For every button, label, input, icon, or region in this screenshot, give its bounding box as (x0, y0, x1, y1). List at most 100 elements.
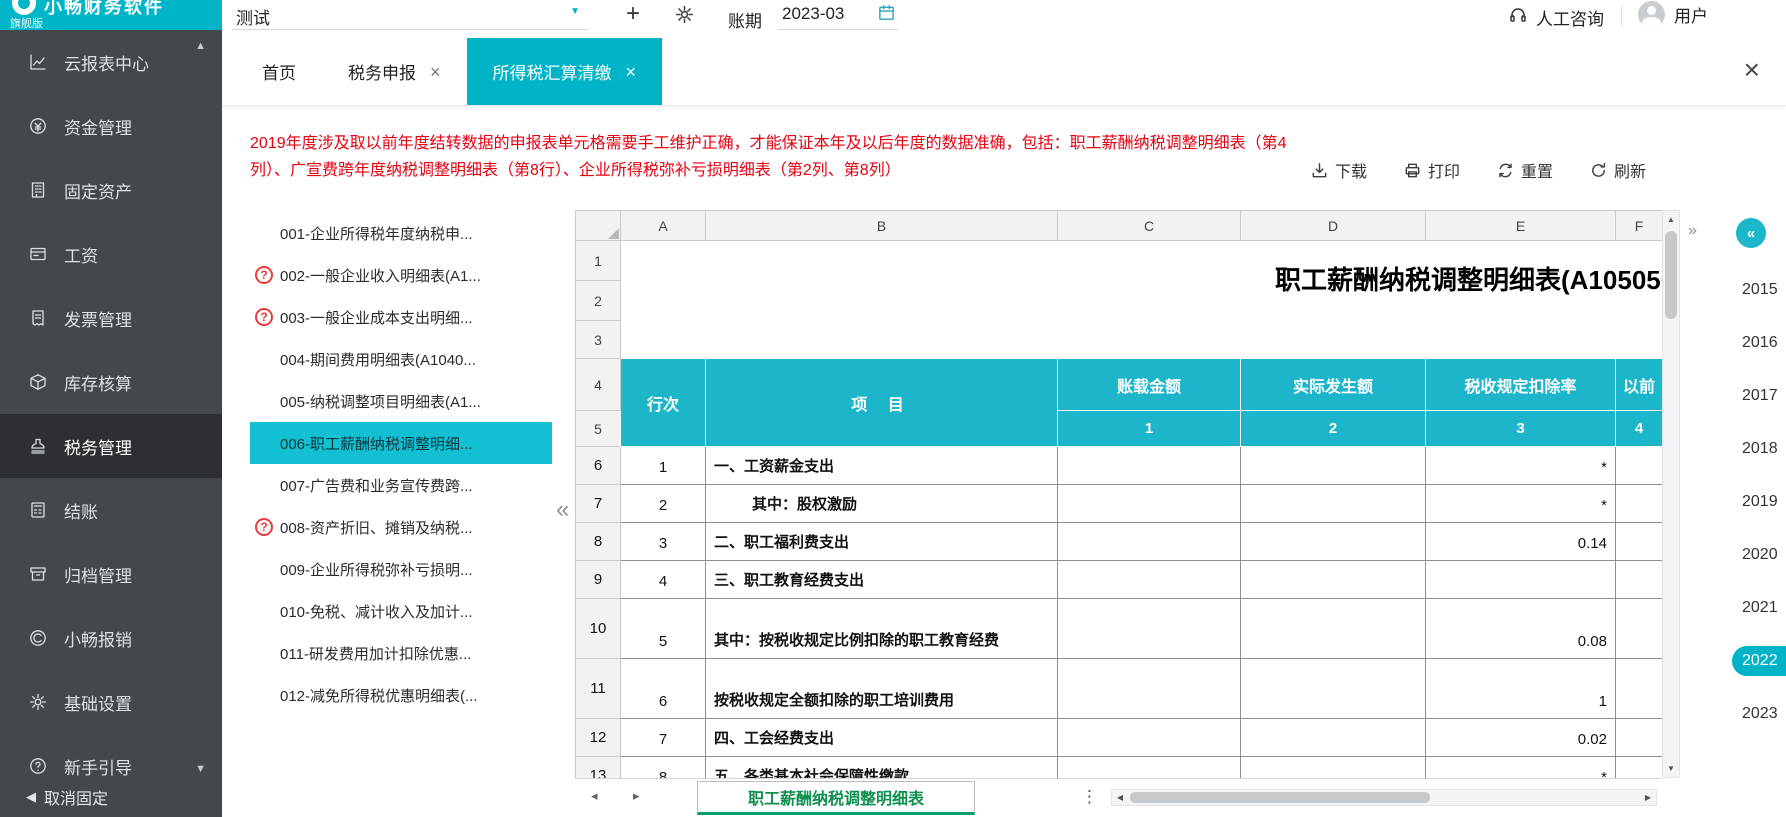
cell-deduction-rate[interactable] (1425, 560, 1616, 599)
cell-line-number[interactable]: 3 (620, 522, 706, 561)
row-header[interactable]: 7 (575, 484, 621, 523)
form-list-item-007[interactable]: 007-广告费和业务宣传费跨... (250, 464, 552, 506)
cell-deduction-rate[interactable]: * (1425, 756, 1616, 778)
collapse-list-button[interactable]: « (556, 496, 569, 524)
sheet-menu-icon[interactable]: ⋮ (1081, 787, 1098, 807)
form-list-item-012[interactable]: 012-减免所得税优惠明细表(... (250, 674, 552, 716)
vertical-scrollbar[interactable]: ▲ ▼ (1662, 210, 1680, 778)
sidebar-item-11[interactable]: 基础设置 (0, 670, 222, 734)
close-tabs-button[interactable]: × (1744, 56, 1760, 84)
sidebar-scroll-down-icon[interactable]: ▼ (195, 763, 206, 775)
cell-book-amount[interactable] (1057, 756, 1241, 778)
form-list-item-001[interactable]: 001-企业所得税年度纳税申... (250, 212, 552, 254)
cell-line-number[interactable]: 2 (620, 484, 706, 523)
prev-sheet-button[interactable]: ◂ (591, 788, 598, 804)
row-header[interactable]: 11 (575, 658, 621, 719)
column-header-e[interactable]: E (1425, 210, 1616, 241)
cell-book-amount[interactable] (1057, 446, 1241, 485)
cell-item[interactable]: 五、各类基本社会保障性缴款 (705, 756, 1058, 778)
cell-deduction-rate[interactable]: 1 (1425, 658, 1616, 719)
cell-item[interactable]: 四、工会经费支出 (705, 718, 1058, 757)
add-button[interactable]: + (626, 0, 640, 29)
download-button[interactable]: 下载 (1310, 158, 1367, 182)
select-all-corner[interactable] (575, 210, 621, 241)
company-select[interactable]: 测试 ▼ (232, 0, 588, 30)
year-2015[interactable]: 2015 (1732, 275, 1786, 305)
row-header[interactable]: 10 (575, 598, 621, 659)
reset-button[interactable]: 重置 (1496, 158, 1553, 182)
form-list-item-002[interactable]: ? 002-一般企业收入明细表(A1... (250, 254, 552, 296)
cell-prior-year[interactable] (1615, 658, 1662, 719)
cell-deduction-rate[interactable]: 0.08 (1425, 598, 1616, 659)
sidebar-scroll-up-icon[interactable]: ▲ (195, 40, 206, 52)
year-2022[interactable]: 2022 (1732, 646, 1786, 676)
cell-book-amount[interactable] (1057, 484, 1241, 523)
sidebar-item-2[interactable]: 资金管理 (0, 94, 222, 158)
cell-deduction-rate[interactable]: * (1425, 484, 1616, 523)
cell-item[interactable]: 其中：按税收规定比例扣除的职工教育经费 (705, 598, 1058, 659)
row-header[interactable]: 5 (575, 410, 621, 447)
horizontal-scrollbar[interactable]: ◀ ▶ (1111, 789, 1657, 806)
expand-years-panel-button[interactable]: « (1736, 218, 1766, 248)
sidebar-item-9[interactable]: 归档管理 (0, 542, 222, 606)
cell-line-number[interactable]: 1 (620, 446, 706, 485)
sidebar-item-3[interactable]: 固定资产 (0, 158, 222, 222)
close-icon[interactable]: × (430, 63, 441, 81)
form-list-item-010[interactable]: 010-免税、减计收入及加计... (250, 590, 552, 632)
cell-prior-year[interactable] (1615, 484, 1662, 523)
scroll-right-icon[interactable]: ▶ (1640, 790, 1656, 805)
scroll-down-icon[interactable]: ▼ (1663, 760, 1679, 777)
form-list-item-006[interactable]: 006-职工薪酬纳税调整明细... (250, 422, 552, 464)
cell-actual-amount[interactable] (1240, 522, 1426, 561)
cell-item[interactable]: 一、工资薪金支出 (705, 446, 1058, 485)
row-header[interactable]: 13 (575, 756, 621, 778)
refresh-button[interactable]: 刷新 (1589, 158, 1646, 182)
cell-line-number[interactable]: 7 (620, 718, 706, 757)
cell-prior-year[interactable] (1615, 756, 1662, 778)
year-2020[interactable]: 2020 (1732, 540, 1786, 570)
row-header[interactable]: 3 (575, 320, 621, 359)
cell-item[interactable]: 二、职工福利费支出 (705, 522, 1058, 561)
expand-columns-button[interactable]: » (1688, 222, 1697, 240)
row-header[interactable]: 6 (575, 446, 621, 485)
column-header-d[interactable]: D (1240, 210, 1426, 241)
sidebar-item-5[interactable]: 发票管理 (0, 286, 222, 350)
tab-2[interactable]: 所得税汇算清缴 × (466, 38, 663, 105)
consult-button[interactable]: 人工咨询 (1508, 5, 1604, 30)
cell-line-number[interactable]: 4 (620, 560, 706, 599)
cell-line-number[interactable]: 8 (620, 756, 706, 778)
cell-deduction-rate[interactable]: * (1425, 446, 1616, 485)
cell-prior-year[interactable] (1615, 522, 1662, 561)
user-menu[interactable]: 用户 (1638, 1, 1708, 28)
sidebar-item-6[interactable]: 库存核算 (0, 350, 222, 414)
cell-item[interactable]: 按税收规定全额扣除的职工培训费用 (705, 658, 1058, 719)
form-list-item-005[interactable]: 005-纳税调整项目明细表(A1... (250, 380, 552, 422)
sidebar-item-7[interactable]: 税务管理 (0, 414, 222, 478)
cell-prior-year[interactable] (1615, 446, 1662, 485)
cell-line-number[interactable]: 6 (620, 658, 706, 719)
cell-actual-amount[interactable] (1240, 658, 1426, 719)
cell-deduction-rate[interactable]: 0.14 (1425, 522, 1616, 561)
row-header[interactable]: 1 (575, 240, 621, 281)
empty-cells[interactable] (620, 240, 1662, 281)
column-header-c[interactable]: C (1057, 210, 1241, 241)
sheet-tab[interactable]: 职工薪酬纳税调整明细表 (697, 781, 975, 815)
form-list-item-003[interactable]: ? 003-一般企业成本支出明细... (250, 296, 552, 338)
form-list-item-011[interactable]: 011-研发费用加计扣除优惠... (250, 632, 552, 674)
cell-line-number[interactable]: 5 (620, 598, 706, 659)
print-button[interactable]: 打印 (1403, 158, 1460, 182)
cell-actual-amount[interactable] (1240, 598, 1426, 659)
form-list-item-008[interactable]: ? 008-资产折旧、摊销及纳税... (250, 506, 552, 548)
sidebar-item-1[interactable]: 云报表中心 (0, 30, 222, 94)
row-header[interactable]: 9 (575, 560, 621, 599)
year-2017[interactable]: 2017 (1732, 381, 1786, 411)
tab-0[interactable]: 首页 (236, 38, 322, 105)
cell-prior-year[interactable] (1615, 598, 1662, 659)
cell-actual-amount[interactable] (1240, 560, 1426, 599)
row-header[interactable]: 8 (575, 522, 621, 561)
cell-deduction-rate[interactable]: 0.02 (1425, 718, 1616, 757)
cell-book-amount[interactable] (1057, 598, 1241, 659)
scroll-left-icon[interactable]: ◀ (1112, 790, 1128, 805)
cell-prior-year[interactable] (1615, 560, 1662, 599)
empty-cells[interactable] (620, 280, 1662, 321)
